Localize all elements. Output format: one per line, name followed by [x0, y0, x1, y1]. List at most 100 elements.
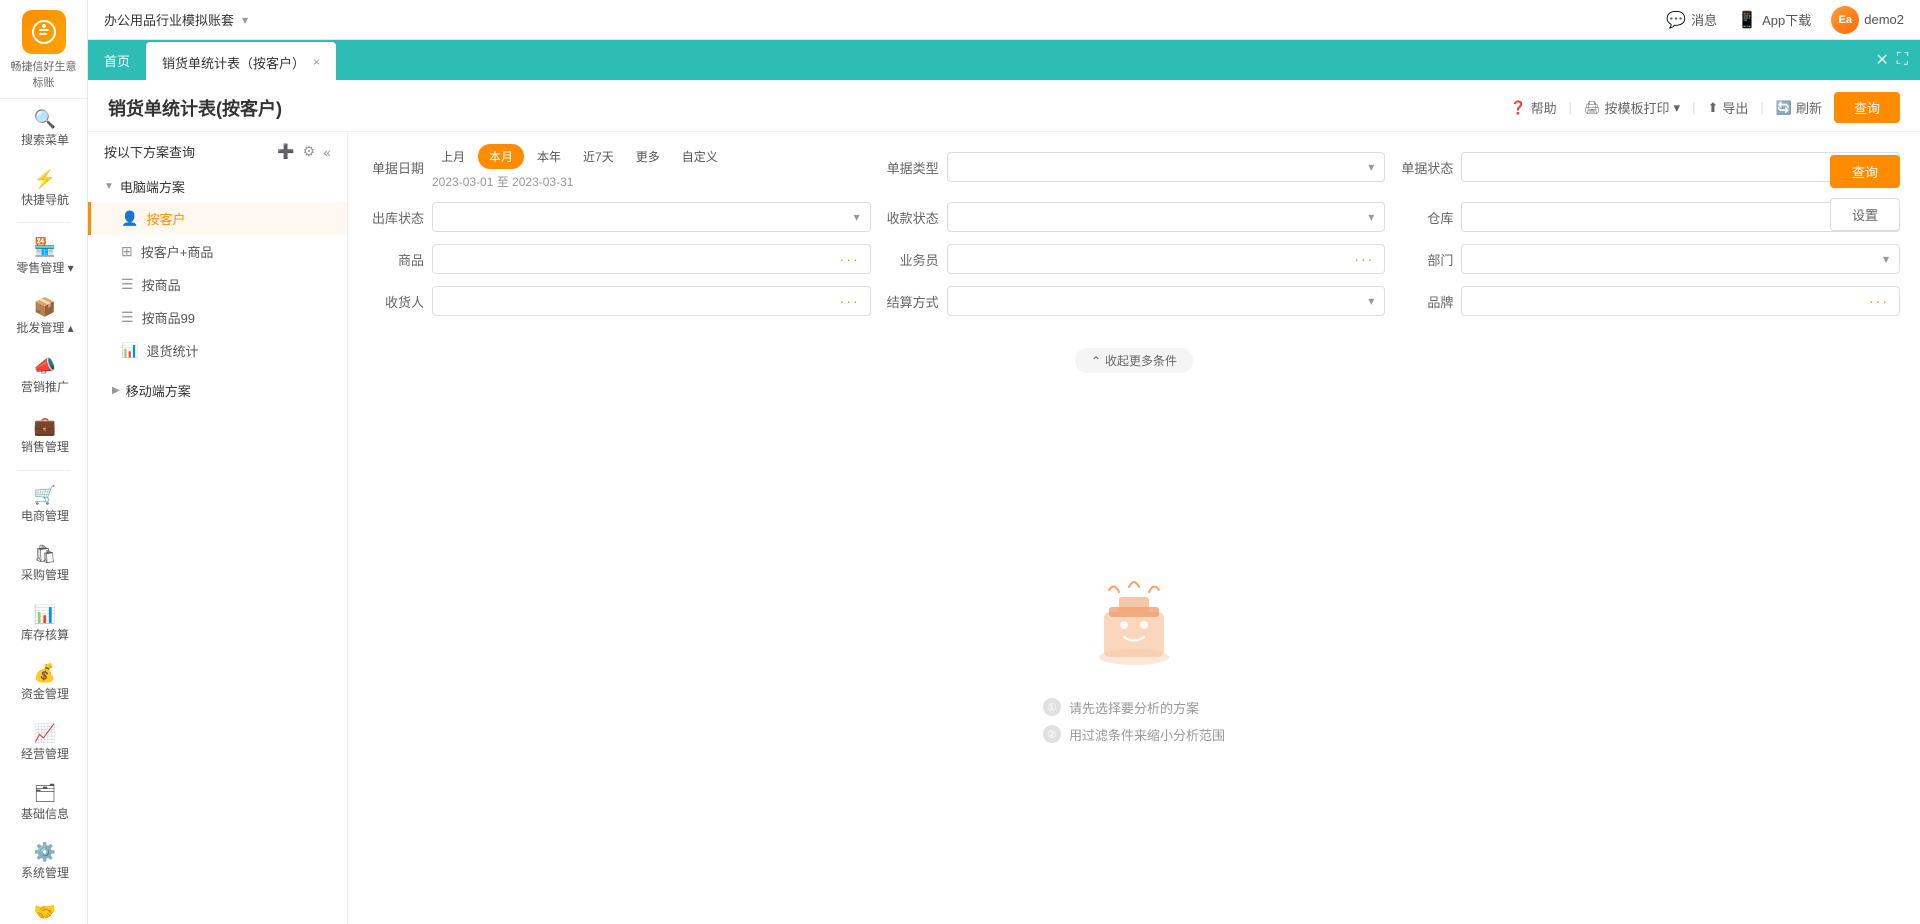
tab-close-btn[interactable]: × [313, 55, 320, 69]
scheme-group-mobile-header[interactable]: ▶ 移动端方案 [88, 375, 347, 406]
scheme-item-customer[interactable]: 👤 按客户 [88, 202, 347, 235]
inventory-icon: 📊 [34, 604, 56, 625]
refresh-btn[interactable]: 🔄 刷新 [1776, 98, 1822, 117]
staff-label: 业务员 [883, 250, 939, 269]
tab-maximize-btn[interactable]: ⛶ [1897, 51, 1908, 69]
sidebar-item-operations[interactable]: 📈 经营管理 [0, 713, 87, 773]
sidebar-item-ecommerce[interactable]: 🛒 电商管理 [0, 475, 87, 535]
scheme-group-pc-header[interactable]: ▼ 电脑端方案 [88, 171, 347, 202]
scheme-item-customer-product[interactable]: ⊞ 按客户+商品 [88, 235, 347, 268]
sidebar-label-sales: 销售管理 [21, 440, 69, 456]
empty-state: ① 请先选择要分析的方案 ② 用过滤条件来缩小分析范围 [348, 381, 1920, 924]
scheme-item-customer-label: 按客户 [146, 209, 185, 228]
retail-icon: 🏪 [34, 237, 56, 258]
date-btn-lastmonth[interactable]: 上月 [432, 144, 474, 169]
type-label: 单据类型 [883, 158, 939, 177]
returns-icon: 📊 [121, 342, 138, 359]
add-scheme-icon[interactable]: ➕ [277, 143, 294, 160]
settlement-select[interactable]: ▾ [947, 286, 1386, 316]
app-download-label: App下载 [1762, 10, 1811, 29]
tip-num-1: ① [1043, 698, 1061, 716]
sidebar-item-sales[interactable]: 💼 销售管理 [0, 406, 87, 466]
tip-text-2: 用过滤条件来缩小分析范围 [1069, 725, 1225, 744]
shipment-select[interactable]: ▾ [432, 202, 871, 232]
receiver-select[interactable]: ··· [432, 286, 871, 316]
date-buttons: 上月 本月 本年 近7天 更多 自定义 [432, 144, 727, 169]
date-btn-thismonth[interactable]: 本月 [478, 144, 524, 169]
sidebar-item-basic[interactable]: 🗂 基础信息 [0, 773, 87, 833]
sidebar-item-quicknav[interactable]: ⚡ 快捷导航 [0, 159, 87, 219]
shipment-label: 出库状态 [368, 208, 424, 227]
sidebar: 畅捷信好生意 标账 🔍 搜索菜单 ⚡ 快捷导航 🏪 零售管理 ▾ 📦 批发管理 … [0, 0, 88, 924]
scheme-group-mobile: ▶ 移动端方案 [88, 375, 347, 410]
scheme-header-actions: ➕ ⚙ « [277, 143, 331, 160]
date-btn-thisyear[interactable]: 本年 [528, 144, 570, 169]
sidebar-label-ecommerce: 电商管理 [21, 509, 69, 525]
filter-staff: 业务员 ··· [883, 244, 1386, 274]
refresh-label: 刷新 [1796, 98, 1822, 117]
collapse-label: 收起更多条件 [1105, 352, 1177, 369]
filter-row-1: 单据日期 上月 本月 本年 近7天 更多 自定义 [368, 144, 1900, 190]
filter-section: 按以下方案查询 ➕ ⚙ « ▼ 电脑端方案 👤 按客户 [88, 132, 1920, 924]
setting-btn-fixed[interactable]: 设置 [1830, 198, 1900, 231]
payment-select[interactable]: ▾ [947, 202, 1386, 232]
sidebar-label-purchase: 采购管理 [21, 568, 69, 584]
user-profile[interactable]: Ea demo2 [1831, 6, 1904, 34]
mobile-group-label: 移动端方案 [126, 381, 191, 400]
sidebar-label-search: 搜索菜单 [21, 133, 69, 149]
staff-select[interactable]: ··· [947, 244, 1386, 274]
payment-arrow: ▾ [1368, 210, 1374, 224]
print-btn[interactable]: 🖨 按模板打印 ▾ [1584, 98, 1680, 117]
sidebar-label-finance: 资金管理 [21, 687, 69, 703]
username-label: demo2 [1864, 12, 1904, 27]
app-download-btn[interactable]: 📱 App下载 [1737, 10, 1811, 30]
tip-text-1: 请先选择要分析的方案 [1069, 698, 1199, 717]
message-btn[interactable]: 💬 消息 [1666, 10, 1717, 30]
sidebar-item-search[interactable]: 🔍 搜索菜单 [0, 99, 87, 159]
brand-select[interactable]: ··· [1461, 286, 1900, 316]
tab-controls: ✕ ⛶ [1863, 50, 1920, 70]
filter-shipment: 出库状态 ▾ [368, 202, 871, 232]
divider-2: | [1692, 100, 1695, 115]
date-btn-custom[interactable]: 自定义 [673, 144, 727, 169]
query-btn-fixed[interactable]: 查询 [1830, 155, 1900, 188]
help-btn[interactable]: ❓ 帮助 [1510, 98, 1556, 117]
settings-scheme-icon[interactable]: ⚙ [303, 143, 316, 160]
receiver-label: 收货人 [368, 292, 424, 311]
scheme-header-title: 按以下方案查询 [104, 142, 195, 161]
help-label: 帮助 [1531, 98, 1557, 117]
scheme-item-returns[interactable]: 📊 退货统计 [88, 334, 347, 367]
basic-icon: 🗂 [34, 783, 57, 804]
dept-select[interactable]: ▾ [1461, 244, 1900, 274]
date-btn-7days[interactable]: 近7天 [574, 144, 623, 169]
scheme-item-product99[interactable]: ☰ 按商品99 [88, 301, 347, 334]
export-btn[interactable]: ⬆ 导出 [1707, 98, 1748, 117]
filter-grid: 单据日期 上月 本月 本年 近7天 更多 自定义 [348, 132, 1920, 340]
sidebar-item-retail[interactable]: 🏪 零售管理 ▾ [0, 227, 87, 287]
system-icon: ⚙️ [34, 842, 56, 863]
tab-home[interactable]: 首页 [88, 40, 146, 80]
main-area: 办公用品行业模拟账套 ▾ 💬 消息 📱 App下载 Ea demo2 首页 销货… [88, 0, 1920, 924]
type-select[interactable]: ▾ [947, 152, 1386, 182]
filter-date: 单据日期 上月 本月 本年 近7天 更多 自定义 [368, 144, 871, 190]
export-label: 导出 [1722, 98, 1748, 117]
collapse-button[interactable]: ⌃ 收起更多条件 [1075, 348, 1193, 373]
collapse-scheme-icon[interactable]: « [323, 144, 331, 160]
product-select[interactable]: ··· [432, 244, 871, 274]
date-btn-more[interactable]: 更多 [627, 144, 669, 169]
sidebar-item-marketing[interactable]: 📣 营销推广 [0, 346, 87, 406]
header-left: 办公用品行业模拟账套 ▾ [104, 10, 248, 29]
scheme-item-product[interactable]: ☰ 按商品 [88, 268, 347, 301]
sidebar-item-wholesale[interactable]: 📦 批发管理 ▴ [0, 287, 87, 347]
sidebar-item-enterprise[interactable]: 🤝 企业协同 [0, 892, 87, 924]
tab-bar: 首页 销货单统计表（按客户） × ✕ ⛶ [88, 40, 1920, 80]
sidebar-item-finance[interactable]: 💰 资金管理 [0, 653, 87, 713]
sidebar-item-purchase[interactable]: 🛍 采购管理 [0, 534, 87, 594]
tab-active[interactable]: 销货单统计表（按客户） × [146, 42, 336, 82]
sidebar-item-system[interactable]: ⚙️ 系统管理 [0, 832, 87, 892]
tab-close-window-btn[interactable]: ✕ [1875, 50, 1888, 70]
sidebar-divider-1 [17, 222, 69, 223]
query-button[interactable]: 查询 [1834, 92, 1900, 123]
payment-label: 收款状态 [883, 208, 939, 227]
sidebar-item-inventory[interactable]: 📊 库存核算 [0, 594, 87, 654]
